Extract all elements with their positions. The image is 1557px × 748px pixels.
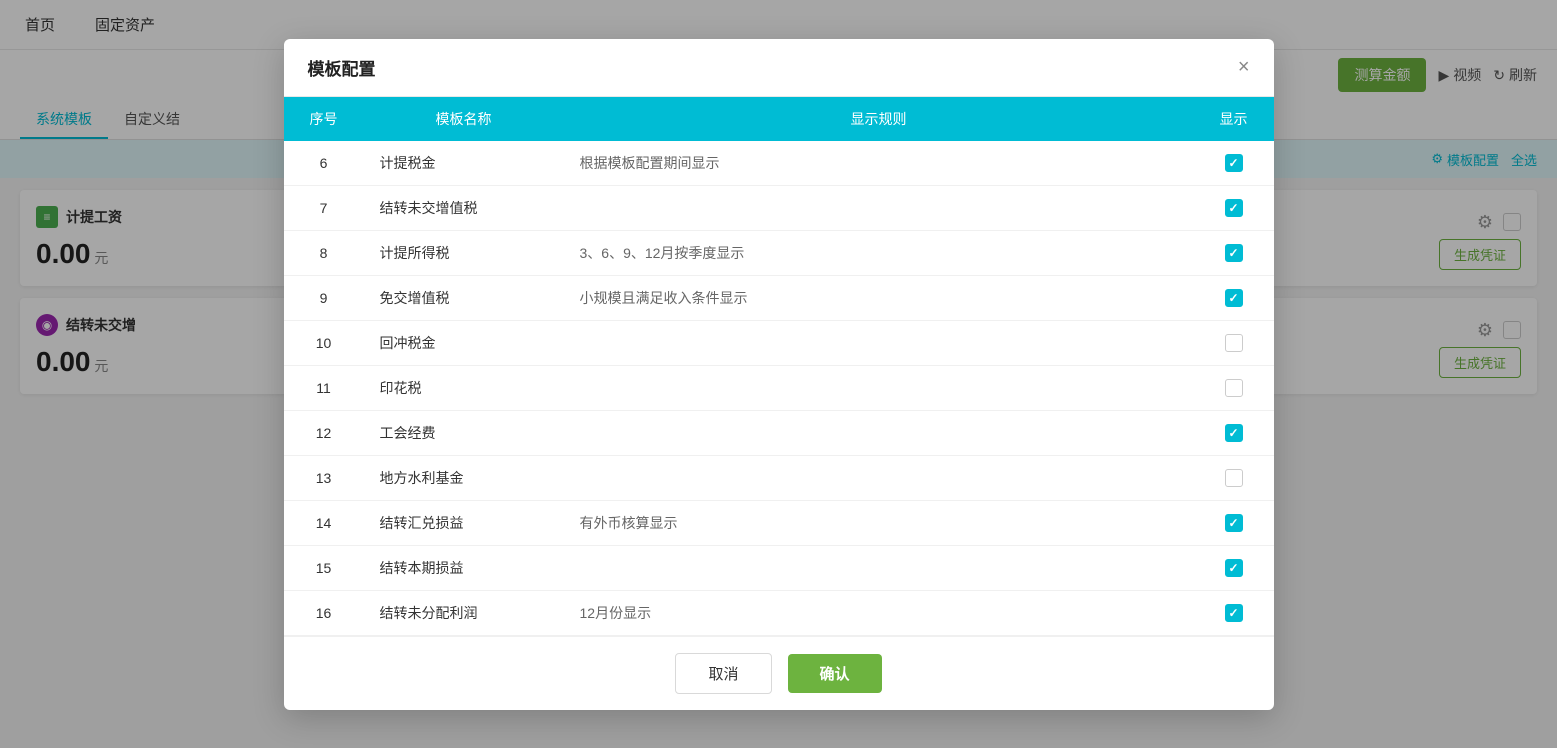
cell-seq: 13 xyxy=(284,455,364,500)
cell-check xyxy=(1194,455,1274,500)
cell-check xyxy=(1194,185,1274,230)
checkbox-row-6[interactable] xyxy=(1225,424,1243,442)
checkbox-row-1[interactable] xyxy=(1225,199,1243,217)
cell-rule xyxy=(564,455,1194,500)
cell-seq: 9 xyxy=(284,275,364,320)
cell-check xyxy=(1194,545,1274,590)
cell-check xyxy=(1194,500,1274,545)
checkbox-row-7[interactable] xyxy=(1225,469,1243,487)
cell-rule: 有外币核算显示 xyxy=(564,500,1194,545)
cell-seq: 11 xyxy=(284,365,364,410)
table-row: 8计提所得税3、6、9、12月按季度显示 xyxy=(284,230,1274,275)
table-row: 16结转未分配利润12月份显示 xyxy=(284,590,1274,635)
checkbox-row-3[interactable] xyxy=(1225,289,1243,307)
cell-rule xyxy=(564,410,1194,455)
table-row: 15结转本期损益 xyxy=(284,545,1274,590)
table-body: 6计提税金根据模板配置期间显示7结转未交增值税8计提所得税3、6、9、12月按季… xyxy=(284,141,1274,636)
cell-name: 免交增值税 xyxy=(364,275,564,320)
cell-seq: 15 xyxy=(284,545,364,590)
cell-name: 结转未分配利润 xyxy=(364,590,564,635)
cell-name: 工会经费 xyxy=(364,410,564,455)
cell-check xyxy=(1194,410,1274,455)
cell-name: 结转未交增值税 xyxy=(364,185,564,230)
cell-rule xyxy=(564,545,1194,590)
config-table: 序号 模板名称 显示规则 显示 6计提税金根据模板配置期间显示7结转未交增值税8… xyxy=(284,97,1274,636)
cell-check xyxy=(1194,590,1274,635)
cell-rule: 根据模板配置期间显示 xyxy=(564,141,1194,186)
checkbox-row-4[interactable] xyxy=(1225,334,1243,352)
table-row: 9免交增值税小规模且满足收入条件显示 xyxy=(284,275,1274,320)
cell-check xyxy=(1194,141,1274,186)
cell-name: 结转汇兑损益 xyxy=(364,500,564,545)
checkbox-row-9[interactable] xyxy=(1225,559,1243,577)
table-row: 6计提税金根据模板配置期间显示 xyxy=(284,141,1274,186)
cell-name: 印花税 xyxy=(364,365,564,410)
checkbox-row-8[interactable] xyxy=(1225,514,1243,532)
cell-rule xyxy=(564,185,1194,230)
modal-close-button[interactable]: × xyxy=(1238,57,1250,77)
cell-check xyxy=(1194,275,1274,320)
col-header-name: 模板名称 xyxy=(364,97,564,141)
table-row: 11印花税 xyxy=(284,365,1274,410)
modal-overlay: 模板配置 × 序号 模板名称 显示规则 显示 6计提税金根据模板配置期间显示7结… xyxy=(0,0,1557,748)
cell-rule: 3、6、9、12月按季度显示 xyxy=(564,230,1194,275)
table-row: 14结转汇兑损益有外币核算显示 xyxy=(284,500,1274,545)
table-row: 13地方水利基金 xyxy=(284,455,1274,500)
modal-title: 模板配置 xyxy=(308,55,376,80)
cell-seq: 6 xyxy=(284,141,364,186)
cell-name: 结转本期损益 xyxy=(364,545,564,590)
cell-seq: 14 xyxy=(284,500,364,545)
cell-seq: 12 xyxy=(284,410,364,455)
cell-name: 地方水利基金 xyxy=(364,455,564,500)
modal-body: 序号 模板名称 显示规则 显示 6计提税金根据模板配置期间显示7结转未交增值税8… xyxy=(284,97,1274,636)
cell-seq: 10 xyxy=(284,320,364,365)
checkbox-row-10[interactable] xyxy=(1225,604,1243,622)
cancel-button[interactable]: 取消 xyxy=(675,653,771,694)
col-header-show: 显示 xyxy=(1194,97,1274,141)
table-row: 10回冲税金 xyxy=(284,320,1274,365)
cell-name: 计提税金 xyxy=(364,141,564,186)
cell-seq: 7 xyxy=(284,185,364,230)
checkbox-row-0[interactable] xyxy=(1225,154,1243,172)
modal-footer: 取消 确认 xyxy=(284,636,1274,710)
cell-rule xyxy=(564,365,1194,410)
cell-name: 计提所得税 xyxy=(364,230,564,275)
modal-header: 模板配置 × xyxy=(284,39,1274,97)
table-row: 12工会经费 xyxy=(284,410,1274,455)
cell-name: 回冲税金 xyxy=(364,320,564,365)
cell-check xyxy=(1194,365,1274,410)
modal-template-config: 模板配置 × 序号 模板名称 显示规则 显示 6计提税金根据模板配置期间显示7结… xyxy=(284,39,1274,710)
cell-seq: 8 xyxy=(284,230,364,275)
cell-rule: 12月份显示 xyxy=(564,590,1194,635)
cell-check xyxy=(1194,230,1274,275)
cell-rule: 小规模且满足收入条件显示 xyxy=(564,275,1194,320)
col-header-rule: 显示规则 xyxy=(564,97,1194,141)
confirm-button[interactable]: 确认 xyxy=(788,654,882,693)
cell-check xyxy=(1194,320,1274,365)
table-header: 序号 模板名称 显示规则 显示 xyxy=(284,97,1274,141)
checkbox-row-5[interactable] xyxy=(1225,379,1243,397)
cell-rule xyxy=(564,320,1194,365)
cell-seq: 16 xyxy=(284,590,364,635)
checkbox-row-2[interactable] xyxy=(1225,244,1243,262)
table-row: 7结转未交增值税 xyxy=(284,185,1274,230)
col-header-seq: 序号 xyxy=(284,97,364,141)
